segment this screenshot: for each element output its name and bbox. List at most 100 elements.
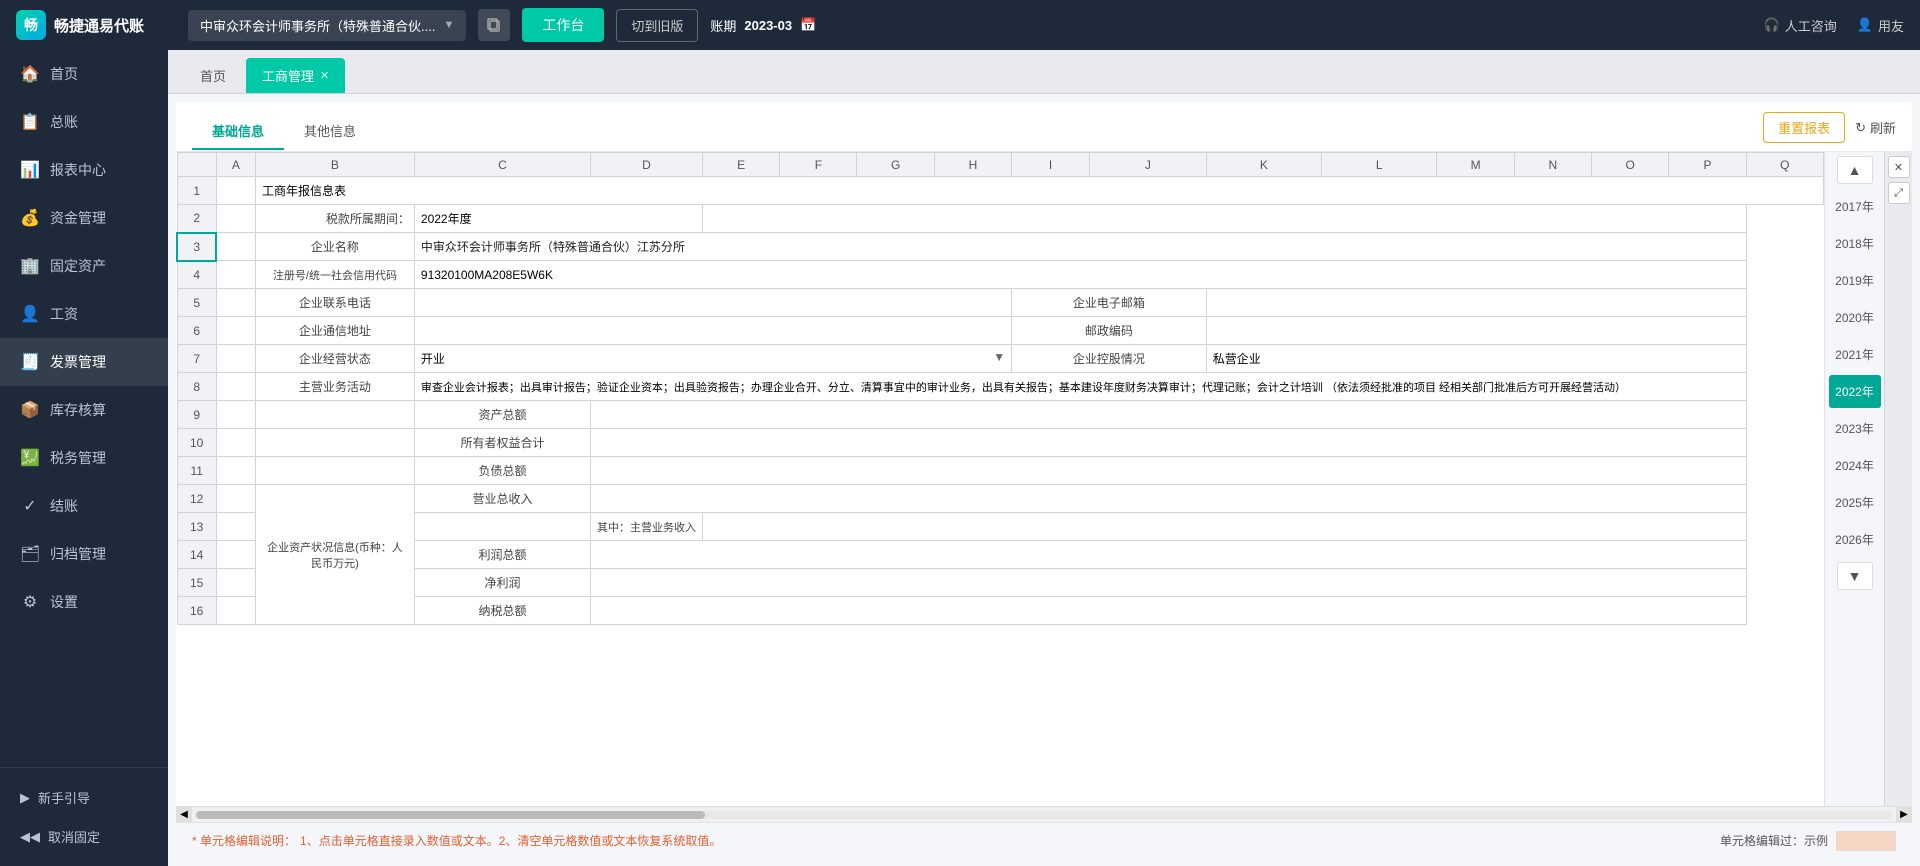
- cell-13e[interactable]: [703, 513, 1747, 541]
- cell-13a[interactable]: [216, 513, 255, 541]
- cell-9d[interactable]: [591, 401, 1747, 429]
- table-row: 11 负债总额: [177, 457, 1824, 485]
- scroll-thumb[interactable]: [196, 811, 705, 819]
- horizontal-scrollbar[interactable]: ◀ ▶: [176, 806, 1912, 822]
- tab-home[interactable]: 首页: [184, 58, 242, 93]
- cell-6k[interactable]: [1206, 317, 1746, 345]
- cell-12a[interactable]: [216, 485, 255, 513]
- service-label: 人工咨询: [1785, 16, 1837, 35]
- sidebar-item-invoice[interactable]: 🧾 发票管理: [0, 338, 168, 386]
- sheet-main[interactable]: A B C D E F G H I J K L: [176, 152, 1824, 806]
- cell-7k[interactable]: 私营企业: [1206, 345, 1746, 373]
- year-2023[interactable]: 2023年: [1829, 412, 1881, 445]
- cell-14a[interactable]: [216, 541, 255, 569]
- user-label: 用友: [1878, 16, 1904, 35]
- cell-4c[interactable]: 91320100MA208E5W6K: [414, 261, 1746, 289]
- cell-1a[interactable]: [216, 177, 255, 205]
- cell-5b: 企业联系电话: [255, 289, 414, 317]
- cell-3a[interactable]: [216, 233, 255, 261]
- year-2022[interactable]: 2022年: [1829, 375, 1881, 408]
- cell-14c: 利润总额: [414, 541, 590, 569]
- cell-8c[interactable]: 审查企业会计报表；出具审计报告；验证企业资本；出具验资报告；办理企业合开、分立、…: [414, 373, 1746, 401]
- cell-2c[interactable]: 2022年度: [414, 205, 702, 233]
- spreadsheet-table: A B C D E F G H I J K L: [176, 152, 1824, 625]
- year-nav-up[interactable]: ▲: [1837, 156, 1873, 184]
- cell-9a[interactable]: [216, 401, 255, 429]
- sidebar-item-tax[interactable]: 💹 税务管理: [0, 434, 168, 482]
- year-2025[interactable]: 2025年: [1829, 486, 1881, 519]
- cell-5a[interactable]: [216, 289, 255, 317]
- tab-close-icon[interactable]: ✕: [320, 69, 329, 82]
- sub-tab-other[interactable]: 其他信息: [284, 113, 376, 150]
- year-2024[interactable]: 2024年: [1829, 449, 1881, 482]
- cell-10a[interactable]: [216, 429, 255, 457]
- user-area[interactable]: 👤 用友: [1857, 16, 1904, 35]
- cell-16a[interactable]: [216, 597, 255, 625]
- scroll-left-button[interactable]: ◀: [176, 807, 192, 823]
- new-user-guide[interactable]: ▶ 新手引导: [0, 778, 168, 817]
- workbench-button[interactable]: 工作台: [522, 8, 604, 42]
- year-2018[interactable]: 2018年: [1829, 227, 1881, 260]
- cell-7a[interactable]: [216, 345, 255, 373]
- cell-5c[interactable]: [414, 289, 1011, 317]
- cell-8a[interactable]: [216, 373, 255, 401]
- cell-4a[interactable]: [216, 261, 255, 289]
- calendar-icon[interactable]: 📅: [800, 17, 816, 33]
- sub-tab-basic[interactable]: 基础信息: [192, 113, 284, 150]
- company-selector[interactable]: 中审众环会计师事务所（特殊普通合伙.... ▼: [188, 10, 466, 41]
- row-num-14: 14: [177, 541, 216, 569]
- tab-business-management[interactable]: 工商管理 ✕: [246, 58, 345, 93]
- archive-icon: 🗂: [20, 544, 40, 564]
- row-num-2: 2: [177, 205, 216, 233]
- cell-7c-dropdown[interactable]: 开业 ▼: [414, 345, 1011, 373]
- collapse-right-button[interactable]: ✕: [1888, 156, 1910, 178]
- year-2017[interactable]: 2017年: [1829, 190, 1881, 223]
- scroll-track[interactable]: [196, 811, 1892, 819]
- cell-9b[interactable]: [255, 401, 414, 429]
- year-2026[interactable]: 2026年: [1829, 523, 1881, 556]
- cell-3c[interactable]: 中审众环会计师事务所（特殊普通合伙）江苏分所: [414, 233, 1746, 261]
- sidebar-item-assets[interactable]: 🏢 固定资产: [0, 242, 168, 290]
- cell-11b[interactable]: [255, 457, 414, 485]
- sidebar-item-report[interactable]: 📊 报表中心: [0, 146, 168, 194]
- col-header-a: A: [216, 153, 255, 177]
- cell-12d[interactable]: [591, 485, 1747, 513]
- scroll-right-button[interactable]: ▶: [1896, 807, 1912, 823]
- cell-10d[interactable]: [591, 429, 1747, 457]
- sidebar-item-settings[interactable]: ⚙ 设置: [0, 578, 168, 626]
- sidebar-item-archive[interactable]: 🗂 归档管理: [0, 530, 168, 578]
- sidebar-item-ledger[interactable]: 📋 总账: [0, 98, 168, 146]
- cell-11a[interactable]: [216, 457, 255, 485]
- cell-6c[interactable]: [414, 317, 1011, 345]
- sidebar-item-salary[interactable]: 👤 工资: [0, 290, 168, 338]
- sidebar-item-home[interactable]: 🏠 首页: [0, 50, 168, 98]
- row-num-5: 5: [177, 289, 216, 317]
- cell-2e-rest[interactable]: [703, 205, 1747, 233]
- cell-5k[interactable]: [1206, 289, 1746, 317]
- year-nav-down[interactable]: ▼: [1837, 562, 1873, 590]
- salary-icon: 👤: [20, 304, 40, 324]
- cell-15d[interactable]: [591, 569, 1747, 597]
- old-version-button[interactable]: 切到旧版: [616, 9, 698, 42]
- service-button[interactable]: 🎧 人工咨询: [1764, 16, 1837, 35]
- year-2021[interactable]: 2021年: [1829, 338, 1881, 371]
- cell-14d[interactable]: [591, 541, 1747, 569]
- year-2019[interactable]: 2019年: [1829, 264, 1881, 297]
- reset-report-button[interactable]: 重置报表: [1763, 112, 1845, 143]
- copy-button[interactable]: [478, 9, 510, 41]
- cell-6a[interactable]: [216, 317, 255, 345]
- refresh-button[interactable]: ↻ 刷新: [1855, 118, 1896, 137]
- sidebar-label-home: 首页: [50, 64, 78, 84]
- cancel-pin[interactable]: ◀◀ 取消固定: [0, 817, 168, 856]
- cell-2a[interactable]: [216, 205, 255, 233]
- cell-13c[interactable]: [414, 513, 590, 541]
- sidebar-item-close[interactable]: ✓ 结账: [0, 482, 168, 530]
- expand-right-button[interactable]: ⤢: [1888, 182, 1910, 204]
- cell-16d[interactable]: [591, 597, 1747, 625]
- year-2020[interactable]: 2020年: [1829, 301, 1881, 334]
- sidebar-item-inventory[interactable]: 📦 库存核算: [0, 386, 168, 434]
- cell-10b[interactable]: [255, 429, 414, 457]
- cell-11d[interactable]: [591, 457, 1747, 485]
- cell-15a[interactable]: [216, 569, 255, 597]
- sidebar-item-finance[interactable]: 💰 资金管理: [0, 194, 168, 242]
